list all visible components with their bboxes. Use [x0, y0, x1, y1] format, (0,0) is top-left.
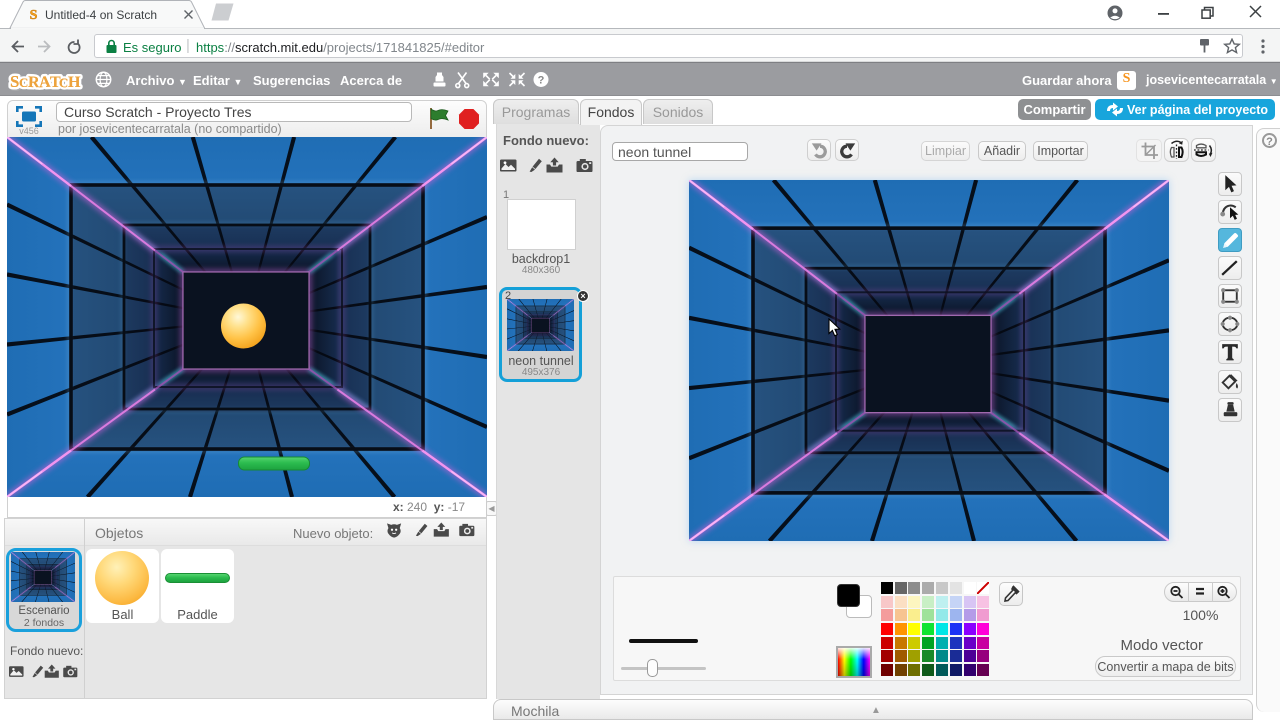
svg-text:S: S: [30, 8, 38, 22]
svg-text:H: H: [68, 74, 81, 91]
svg-text:?: ?: [538, 75, 545, 87]
